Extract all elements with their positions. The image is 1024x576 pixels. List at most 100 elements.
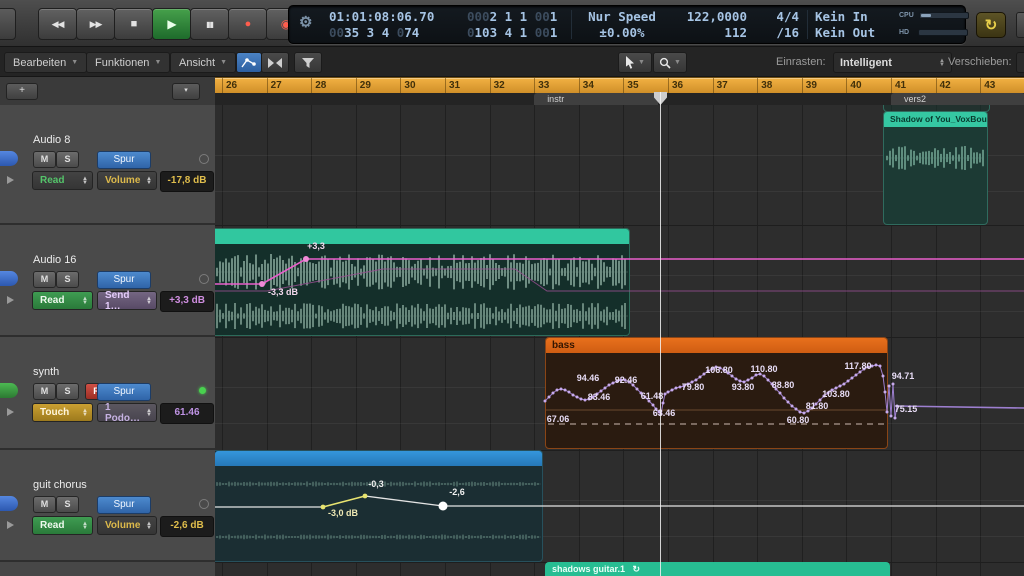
lcd-midi-in[interactable]: Kein In — [815, 9, 868, 24]
automation-mode-dropdown[interactable]: Read ▲ ▼ — [32, 171, 93, 190]
hd-label: HD — [899, 29, 910, 36]
spur-button[interactable]: Spur — [97, 271, 151, 289]
automation-value[interactable]: 61.46 — [160, 403, 214, 424]
bar-tick — [222, 78, 223, 94]
track-name[interactable]: synth — [33, 366, 59, 378]
play-icon: ▶ — [167, 17, 176, 31]
region-guit-chorus[interactable] — [215, 450, 543, 562]
bar-number: 36 — [672, 80, 684, 91]
pause-button[interactable]: ▮▮ — [190, 8, 229, 40]
spur-button[interactable]: Spur — [97, 496, 151, 514]
track-list-menu-button[interactable]: ▾ — [172, 83, 200, 100]
marker-instr[interactable]: instr — [534, 93, 659, 105]
lcd-midi-out[interactable]: Kein Out — [815, 25, 875, 40]
rewind-button[interactable]: ◀◀ — [38, 8, 77, 40]
automation-mode-dropdown[interactable]: Touch ▲ ▼ — [32, 403, 93, 422]
bar-tick — [935, 78, 937, 94]
track-header-guit-chorus[interactable]: guit chorus M S Spur Read ▲ ▼ Volume ▲ ▼ -2,6 dB — [0, 450, 215, 562]
lcd-beats-top[interactable]: 0002 1 1 001 — [467, 9, 557, 24]
monitor-icon[interactable] — [199, 499, 209, 509]
bar-tick — [355, 78, 357, 94]
pointer-tool-button[interactable]: ▼ — [618, 52, 652, 73]
drag-dropdown-partial[interactable] — [1016, 52, 1024, 73]
track-name[interactable]: Audio 8 — [33, 134, 70, 146]
lcd-time-signature[interactable]: 4/4 — [755, 9, 799, 24]
solo-button[interactable]: S — [56, 383, 79, 400]
automation-value[interactable]: +3,3 dB — [160, 291, 214, 312]
menu-bearbeiten[interactable]: Bearbeiten ▼ — [4, 52, 88, 73]
solo-button[interactable]: S — [56, 271, 79, 288]
mute-button[interactable]: M — [33, 271, 56, 288]
audio-waveform-icon — [0, 151, 18, 166]
updown-arrows-icon: ▲ ▼ — [82, 520, 88, 531]
bar-number: 29 — [359, 80, 371, 91]
flex-button[interactable] — [261, 52, 289, 73]
playhead-line[interactable] — [660, 92, 661, 576]
mute-button[interactable]: M — [33, 151, 56, 168]
solo-button[interactable]: S — [56, 151, 79, 168]
mute-button[interactable]: M — [33, 496, 56, 513]
automation-button[interactable] — [236, 52, 262, 73]
automation-mode-dropdown[interactable]: Read ▲ ▼ — [32, 291, 93, 310]
spur-button[interactable]: Spur — [97, 151, 151, 169]
region-shadow-of-you[interactable]: Shadow of You_VoxBou — [883, 111, 988, 225]
chevron-down-icon: ▼ — [674, 59, 681, 66]
disclosure-triangle-icon[interactable] — [7, 521, 14, 529]
automation-value[interactable]: -2,6 dB — [160, 516, 214, 537]
forward-button[interactable]: ▶▶ — [76, 8, 115, 40]
region-shadows-guitar[interactable]: shadows guitar.1 ↻ — [545, 562, 890, 576]
spur-button[interactable]: Spur — [97, 383, 151, 401]
bar-ruler[interactable]: 26272829303132333435363738394041424344 — [215, 77, 1024, 94]
lcd-varispeed[interactable]: ±0.00% — [579, 25, 665, 40]
updown-arrows-icon: ▲ ▼ — [146, 175, 152, 186]
menu-funktionen[interactable]: Funktionen ▼ — [86, 52, 171, 73]
zoom-tool-button[interactable]: ▼ — [653, 52, 687, 73]
lcd-beats-bottom[interactable]: 0103 4 1 001 — [467, 25, 557, 40]
monitor-icon[interactable] — [199, 274, 209, 284]
updown-arrows-icon: ▲ ▼ — [82, 295, 88, 306]
lcd-gear-icon[interactable]: ⚙ — [299, 15, 312, 30]
snap-dropdown[interactable]: Intelligent ▲ ▼ — [833, 52, 952, 73]
add-track-button[interactable]: + — [6, 83, 38, 100]
partial-left-button[interactable] — [0, 8, 16, 40]
logic-pro-window: ◀◀ ▶▶ ■ ▶ ▮▮ ● ◉ ⚙ 01:01:08:06.70 0035 3 4 074… — [0, 0, 1024, 576]
lcd-timecode[interactable]: 01:01:08:06.70 — [329, 9, 434, 24]
partial-right-button[interactable] — [1016, 12, 1024, 38]
automation-value[interactable]: -17,8 dB — [160, 171, 214, 192]
input-led[interactable] — [199, 387, 206, 394]
marker-vers2[interactable]: vers2 — [891, 93, 1024, 105]
lcd-position[interactable]: 0035 3 4 074 — [329, 25, 419, 40]
track-header-panel: Audio 8 M S Spur Read ▲ ▼ Volume ▲ ▼ -17,8 dB Audio… — [0, 105, 215, 576]
automation-param-dropdown[interactable]: Volume ▲ ▼ — [97, 171, 157, 190]
region-bass[interactable]: bass — [545, 337, 888, 449]
region-audio16[interactable] — [215, 228, 630, 336]
play-button[interactable]: ▶ — [152, 8, 191, 40]
lcd-division[interactable]: /16 — [755, 25, 799, 40]
disclosure-triangle-icon[interactable] — [7, 408, 14, 416]
lcd-tempo-sub[interactable]: 112 — [671, 25, 747, 40]
automation-param-dropdown[interactable]: Volume ▲ ▼ — [97, 516, 157, 535]
lcd-sync-mode[interactable]: Nur Speed — [579, 9, 665, 24]
track-header-synth[interactable]: synthMSRSpurTouch▲▼1 Podo…▲▼61.46 — [0, 337, 215, 450]
monitor-icon[interactable] — [199, 154, 209, 164]
region-title — [215, 229, 629, 244]
solo-button[interactable]: S — [56, 496, 79, 513]
lcd-tempo[interactable]: 122,0000 — [671, 9, 747, 24]
record-button[interactable]: ● — [228, 8, 267, 40]
track-header-audio-16[interactable]: Audio 16 M S Spur Read ▲ ▼ Send 1… ▲ ▼ +3,3 dB — [0, 225, 215, 337]
mute-button[interactable]: M — [33, 383, 56, 400]
bar-tick — [891, 78, 892, 94]
menu-ansicht[interactable]: Ansicht ▼ — [170, 52, 237, 73]
automation-param-dropdown[interactable]: 1 Podo… ▲ ▼ — [97, 402, 157, 424]
disclosure-triangle-icon[interactable] — [7, 176, 14, 184]
track-name[interactable]: guit chorus — [33, 479, 87, 491]
disclosure-triangle-icon[interactable] — [7, 296, 14, 304]
track-name[interactable]: Audio 16 — [33, 254, 76, 266]
automation-param-dropdown[interactable]: Send 1… ▲ ▼ — [97, 290, 157, 312]
stop-button[interactable]: ■ — [114, 8, 153, 40]
cycle-button[interactable]: ↻ — [976, 12, 1006, 38]
track-header-audio-8[interactable]: Audio 8 M S Spur Read ▲ ▼ Volume ▲ ▼ -17,8 dB — [0, 105, 215, 225]
filter-button[interactable] — [294, 52, 322, 73]
automation-mode-dropdown[interactable]: Read ▲ ▼ — [32, 516, 93, 535]
track-list-header: + ▾ — [0, 77, 215, 106]
